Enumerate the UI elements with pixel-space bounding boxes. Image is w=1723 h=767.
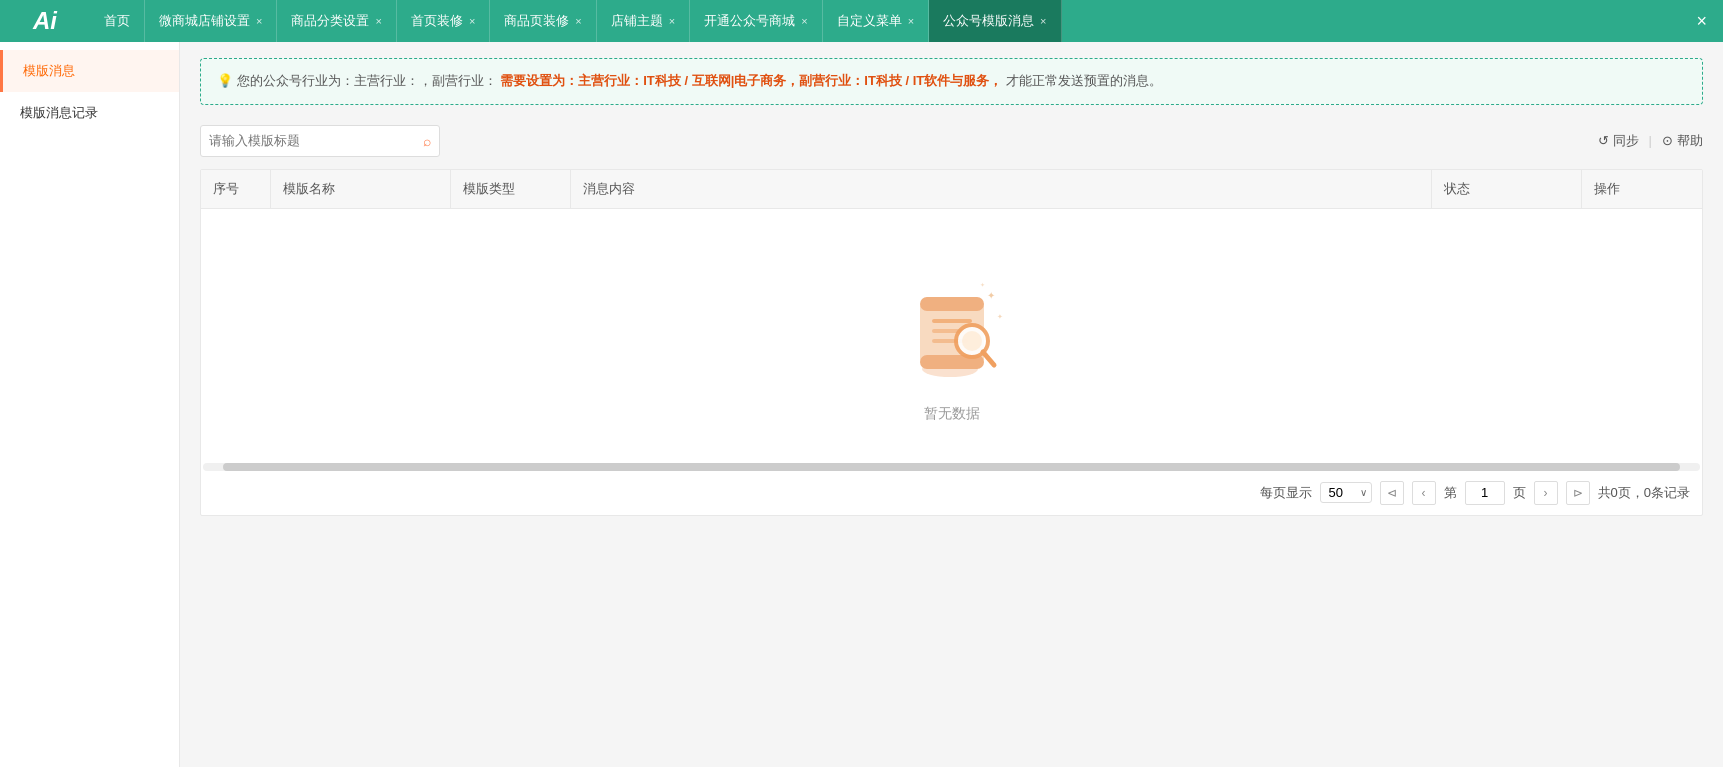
divider: |: [1649, 133, 1652, 148]
page-size-wrap[interactable]: 50 20 100: [1320, 482, 1372, 503]
notice-box: 💡 您的公众号行业为：主营行业：，副营行业： 需要设置为：主营行业：IT科技 /…: [200, 58, 1703, 105]
nav-tab-6[interactable]: 开通公众号商城 ×: [690, 0, 822, 42]
svg-rect-2: [920, 297, 984, 311]
nav-tab-7[interactable]: 自定义菜单 ×: [823, 0, 929, 42]
sync-button[interactable]: ↺ 同步: [1598, 132, 1639, 150]
nav-tab-close-2[interactable]: ×: [375, 15, 381, 27]
sidebar: 模版消息模版消息记录: [0, 42, 180, 767]
nav-tab-label-5: 店铺主题: [611, 12, 663, 30]
notice-highlight: 需要设置为：主营行业：IT科技 / 互联网|电子商务，副营行业：IT科技 / I…: [500, 73, 1002, 88]
nav-tab-1[interactable]: 微商城店铺设置 ×: [145, 0, 277, 42]
help-icon: ⊙: [1662, 133, 1673, 148]
sync-icon: ↺: [1598, 133, 1609, 148]
nav-tab-0[interactable]: 首页: [90, 0, 145, 42]
nav-tab-label-4: 商品页装修: [504, 12, 569, 30]
empty-illustration: ✦ ✦ ✦: [892, 269, 1012, 389]
col-status: 状态: [1432, 170, 1582, 208]
nav-tab-label-7: 自定义菜单: [837, 12, 902, 30]
nav-tab-close-3[interactable]: ×: [469, 15, 475, 27]
col-name: 模版名称: [271, 170, 451, 208]
empty-state: ✦ ✦ ✦ 暂无数据: [201, 209, 1702, 463]
search-input-wrap[interactable]: ⌕: [200, 125, 440, 157]
nav-tab-label-6: 开通公众号商城: [704, 12, 795, 30]
total-info: 共0页，0条记录: [1598, 484, 1690, 502]
svg-text:✦: ✦: [980, 282, 985, 288]
nav-tab-3[interactable]: 首页装修 ×: [397, 0, 490, 42]
nav-tab-label-1: 微商城店铺设置: [159, 12, 250, 30]
nav-tab-8[interactable]: 公众号模版消息 ×: [929, 0, 1061, 42]
table-wrap: 序号 模版名称 模版类型 消息内容 状态 操作: [200, 169, 1703, 516]
scroll-track[interactable]: [203, 463, 1700, 471]
svg-text:✦: ✦: [987, 290, 995, 301]
page-label-prefix: 第: [1444, 484, 1457, 502]
scroll-thumb: [223, 463, 1680, 471]
col-type: 模版类型: [451, 170, 571, 208]
empty-text: 暂无数据: [924, 405, 980, 423]
col-action: 操作: [1582, 170, 1702, 208]
nav-tab-close-4[interactable]: ×: [575, 15, 581, 27]
nav-tab-close-5[interactable]: ×: [669, 15, 675, 27]
nav-tab-5[interactable]: 店铺主题 ×: [597, 0, 690, 42]
global-close-button[interactable]: ×: [1680, 0, 1723, 42]
sidebar-item-0[interactable]: 模版消息: [0, 50, 179, 92]
nav-tab-close-7[interactable]: ×: [908, 15, 914, 27]
pagination: 每页显示 50 20 100 ⊲ ‹ 第 页 › ⊳ 共0页，0条记录: [201, 471, 1702, 515]
svg-rect-4: [932, 319, 972, 323]
search-icon[interactable]: ⌕: [423, 133, 431, 149]
nav-tab-2[interactable]: 商品分类设置 ×: [277, 0, 396, 42]
help-label: 帮助: [1677, 132, 1703, 150]
first-page-button[interactable]: ⊲: [1380, 481, 1404, 505]
nav-tab-close-1[interactable]: ×: [256, 15, 262, 27]
content-area: 💡 您的公众号行业为：主营行业：，副营行业： 需要设置为：主营行业：IT科技 /…: [180, 42, 1723, 767]
nav-tab-label-8: 公众号模版消息: [943, 12, 1034, 30]
next-page-button[interactable]: ›: [1534, 481, 1558, 505]
nav-tabs: 首页微商城店铺设置×商品分类设置×首页装修×商品页装修×店铺主题×开通公众号商城…: [90, 0, 1680, 42]
notice-suffix: 才能正常发送预置的消息。: [1006, 73, 1162, 88]
help-button[interactable]: ⊙ 帮助: [1662, 132, 1703, 150]
sidebar-item-1[interactable]: 模版消息记录: [0, 92, 179, 134]
table-header: 序号 模版名称 模版类型 消息内容 状态 操作: [201, 170, 1702, 209]
svg-line-9: [983, 352, 994, 365]
nav-tab-close-8[interactable]: ×: [1040, 15, 1046, 27]
nav-tab-label-3: 首页装修: [411, 12, 463, 30]
sync-label: 同步: [1613, 132, 1639, 150]
nav-tab-4[interactable]: 商品页装修 ×: [490, 0, 596, 42]
nav-tab-label-0: 首页: [104, 12, 130, 30]
svg-text:✦: ✦: [997, 313, 1003, 320]
col-content: 消息内容: [571, 170, 1432, 208]
notice-icon: 💡: [217, 73, 233, 88]
main-layout: 模版消息模版消息记录 💡 您的公众号行业为：主营行业：，副营行业： 需要设置为：…: [0, 42, 1723, 767]
search-input[interactable]: [209, 133, 423, 148]
search-bar: ⌕ ↺ 同步 | ⊙ 帮助: [200, 125, 1703, 157]
prev-page-button[interactable]: ‹: [1412, 481, 1436, 505]
search-actions: ↺ 同步 | ⊙ 帮助: [1598, 132, 1703, 150]
page-size-label: 每页显示: [1260, 484, 1312, 502]
top-nav: Ai 首页微商城店铺设置×商品分类设置×首页装修×商品页装修×店铺主题×开通公众…: [0, 0, 1723, 42]
svg-point-8: [962, 331, 982, 351]
notice-prefix: 您的公众号行业为：主营行业：，副营行业：: [237, 73, 497, 88]
page-label-suffix: 页: [1513, 484, 1526, 502]
nav-tab-label-2: 商品分类设置: [291, 12, 369, 30]
nav-tab-close-6[interactable]: ×: [801, 15, 807, 27]
page-input[interactable]: [1465, 481, 1505, 505]
last-page-button[interactable]: ⊳: [1566, 481, 1590, 505]
page-size-select[interactable]: 50 20 100: [1320, 482, 1372, 503]
col-index: 序号: [201, 170, 271, 208]
logo: Ai: [0, 0, 90, 42]
